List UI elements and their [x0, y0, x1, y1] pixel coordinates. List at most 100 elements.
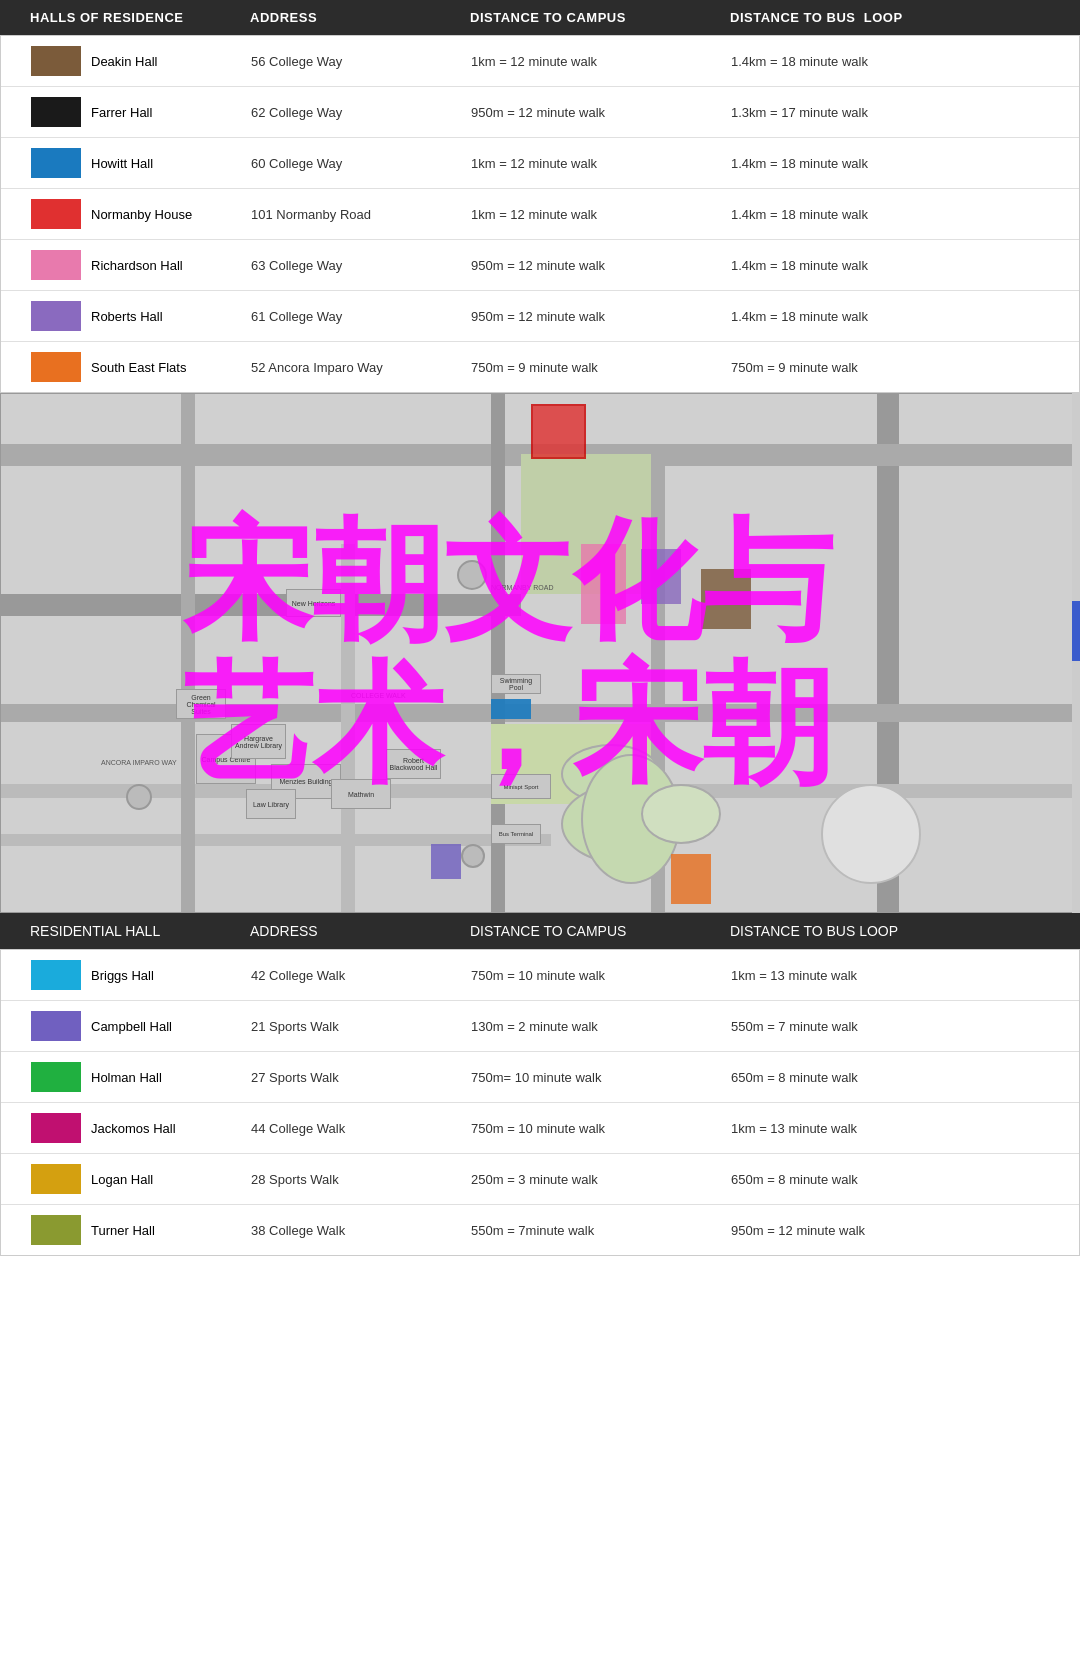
building-law-library: Law Library: [246, 789, 296, 819]
residential-hall-cell: Holman Hall: [31, 1062, 251, 1092]
residential-address-cell: 42 College Walk: [251, 968, 471, 983]
roberts-marker: [641, 549, 681, 604]
hall-name: Roberts Hall: [91, 309, 163, 324]
hall-name: South East Flats: [91, 360, 186, 375]
campus-map: Campus Centre Menzies Building Mathwin H…: [0, 393, 1080, 913]
table-row: Richardson Hall 63 College Way 950m = 12…: [1, 240, 1079, 291]
baseball: [641, 784, 721, 844]
table-row: Briggs Hall 42 College Walk 750m = 10 mi…: [1, 950, 1079, 1001]
residential-distance-bus-cell: 1km = 13 minute walk: [731, 1121, 991, 1136]
hall-cell: South East Flats: [31, 352, 251, 382]
table-row: Turner Hall 38 College Walk 550m = 7minu…: [1, 1205, 1079, 1255]
residential-color-swatch: [31, 1062, 81, 1092]
residential-color-swatch: [31, 1113, 81, 1143]
residential-hall-name: Logan Hall: [91, 1172, 153, 1187]
table-row: Jackomos Hall 44 College Walk 750m = 10 …: [1, 1103, 1079, 1154]
table-row: South East Flats 52 Ancora Imparo Way 75…: [1, 342, 1079, 392]
address-cell: 52 Ancora Imparo Way: [251, 360, 471, 375]
residential-distance-bus-cell: 650m = 8 minute walk: [731, 1172, 991, 1187]
residential-hall-cell: Briggs Hall: [31, 960, 251, 990]
normanby-marker: [531, 404, 586, 459]
residential-distance-campus-cell: 750m = 10 minute walk: [471, 968, 731, 983]
map-background: Campus Centre Menzies Building Mathwin H…: [1, 394, 1079, 912]
building-new-horizons: New Horizons: [286, 589, 341, 617]
residential-col2-header: ADDRESS: [250, 923, 470, 939]
residential-address-cell: 38 College Walk: [251, 1223, 471, 1238]
table-row: Logan Hall 28 Sports Walk 250m = 3 minut…: [1, 1154, 1079, 1205]
hall-name: Howitt Hall: [91, 156, 153, 171]
map-label-normanby-road: NORMANBY ROAD: [491, 584, 554, 591]
table-row: Holman Hall 27 Sports Walk 750m= 10 minu…: [1, 1052, 1079, 1103]
residential-distance-bus-cell: 1km = 13 minute walk: [731, 968, 991, 983]
distance-bus-cell: 1.3km = 17 minute walk: [731, 105, 991, 120]
residential-col1-header: RESIDENTIAL HALL: [30, 923, 250, 939]
residential-hall-name: Turner Hall: [91, 1223, 155, 1238]
halls-col2-header: ADDRESS: [250, 10, 470, 25]
residential-distance-campus-cell: 750m= 10 minute walk: [471, 1070, 731, 1085]
table-row: Farrer Hall 62 College Way 950m = 12 min…: [1, 87, 1079, 138]
map-label-college-walk: COLLEGE WALK: [351, 692, 406, 699]
table-row: Normanby House 101 Normanby Road 1km = 1…: [1, 189, 1079, 240]
hall-cell: Normanby House: [31, 199, 251, 229]
residential-address-cell: 27 Sports Walk: [251, 1070, 471, 1085]
howitt-marker: [491, 699, 531, 719]
distance-campus-cell: 750m = 9 minute walk: [471, 360, 731, 375]
scrollbar[interactable]: [1072, 393, 1080, 913]
residential-hall-cell: Turner Hall: [31, 1215, 251, 1245]
address-cell: 101 Normanby Road: [251, 207, 471, 222]
hall-color-swatch: [31, 46, 81, 76]
residential-distance-campus-cell: 750m = 10 minute walk: [471, 1121, 731, 1136]
roundabout-left: [126, 784, 152, 810]
table-row: Deakin Hall 56 College Way 1km = 12 minu…: [1, 36, 1079, 87]
halls-col1-header: HALLS OF RESIDENCE: [30, 10, 250, 25]
halls-col4-header: DISTANCE TO BUS LOOP: [730, 10, 990, 25]
map-label-ancora: ANCORA IMPARO WAY: [101, 759, 177, 766]
hall-color-swatch: [31, 352, 81, 382]
distance-campus-cell: 1km = 12 minute walk: [471, 207, 731, 222]
hall-cell: Roberts Hall: [31, 301, 251, 331]
residential-color-swatch: [31, 1215, 81, 1245]
residential-address-cell: 44 College Walk: [251, 1121, 471, 1136]
residential-col3-header: DISTANCE TO CAMPUS: [470, 923, 730, 939]
residential-color-swatch: [31, 960, 81, 990]
hall-color-swatch: [31, 148, 81, 178]
bus-terminal: Bus Terminal: [491, 824, 541, 844]
address-cell: 63 College Way: [251, 258, 471, 273]
building-robert-blackwood: Robert Blackwood Hall: [386, 749, 441, 779]
halls-section: HALLS OF RESIDENCE ADDRESS DISTANCE TO C…: [0, 0, 1080, 393]
distance-campus-cell: 950m = 12 minute walk: [471, 309, 731, 324]
distance-campus-cell: 1km = 12 minute walk: [471, 54, 731, 69]
scrollbar-thumb[interactable]: [1072, 601, 1080, 661]
southeast-marker: [671, 854, 711, 904]
road-vert-mid: [341, 544, 355, 913]
residential-header: RESIDENTIAL HALL ADDRESS DISTANCE TO CAM…: [0, 913, 1080, 949]
hall-cell: Farrer Hall: [31, 97, 251, 127]
residential-section: RESIDENTIAL HALL ADDRESS DISTANCE TO CAM…: [0, 913, 1080, 1256]
roundabout-top: [457, 560, 487, 590]
residential-hall-name: Holman Hall: [91, 1070, 162, 1085]
halls-table: Deakin Hall 56 College Way 1km = 12 minu…: [0, 35, 1080, 393]
residential-color-swatch: [31, 1011, 81, 1041]
residential-hall-name: Briggs Hall: [91, 968, 154, 983]
table-row: Howitt Hall 60 College Way 1km = 12 minu…: [1, 138, 1079, 189]
table-row: Roberts Hall 61 College Way 950m = 12 mi…: [1, 291, 1079, 342]
distance-bus-cell: 1.4km = 18 minute walk: [731, 156, 991, 171]
deakin-marker: [701, 569, 751, 629]
table-row: Campbell Hall 21 Sports Walk 130m = 2 mi…: [1, 1001, 1079, 1052]
distance-campus-cell: 1km = 12 minute walk: [471, 156, 731, 171]
campbell-marker: [431, 844, 461, 879]
building-green-chemical: Green Chemical Suites: [176, 689, 226, 719]
distance-bus-cell: 1.4km = 18 minute walk: [731, 207, 991, 222]
hall-name: Farrer Hall: [91, 105, 152, 120]
residential-distance-bus-cell: 950m = 12 minute walk: [731, 1223, 991, 1238]
hall-color-swatch: [31, 250, 81, 280]
hall-name: Deakin Hall: [91, 54, 157, 69]
hall-cell: Deakin Hall: [31, 46, 251, 76]
hall-color-swatch: [31, 301, 81, 331]
road-vert-left: [181, 394, 195, 912]
hall-color-swatch: [31, 199, 81, 229]
address-cell: 61 College Way: [251, 309, 471, 324]
residential-color-swatch: [31, 1164, 81, 1194]
hall-cell: Howitt Hall: [31, 148, 251, 178]
building-swimming-pool: Swimming Pool: [491, 674, 541, 694]
